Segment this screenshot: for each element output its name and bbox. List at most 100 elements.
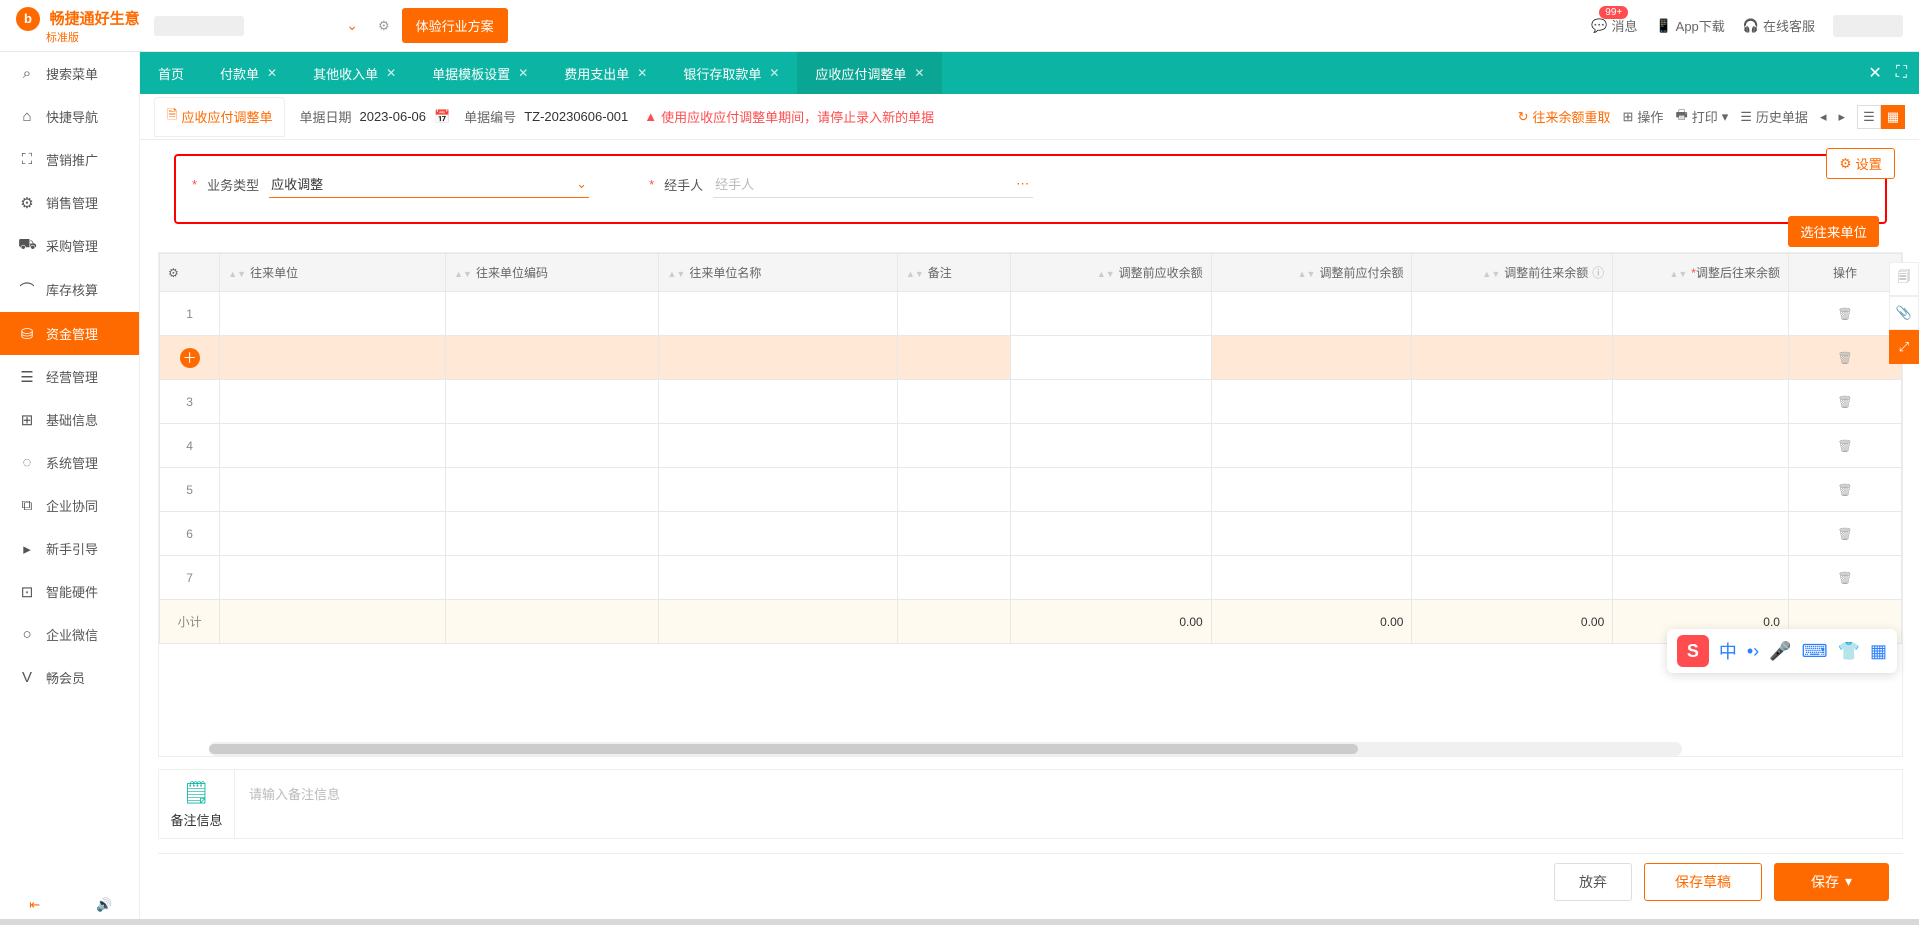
row-delete-button[interactable]: 🗑 <box>1788 380 1901 424</box>
prev-arrow-icon[interactable]: ◂ <box>1820 109 1827 125</box>
cell[interactable] <box>1010 424 1211 468</box>
cell[interactable] <box>897 556 1010 600</box>
sidebar-item-5[interactable]: ⌒库存核算 <box>0 267 139 312</box>
calendar-icon[interactable]: 📅 <box>434 109 450 125</box>
col-adj-pay[interactable]: ▲▼调整前应付余额 <box>1211 254 1412 292</box>
table-row[interactable]: 7🗑 <box>160 556 1902 600</box>
cell[interactable] <box>446 512 659 556</box>
col-adj-recv[interactable]: ▲▼调整前应收余额 <box>1010 254 1211 292</box>
remark-input[interactable]: 请输入备注信息 <box>235 770 1902 838</box>
cell[interactable] <box>446 380 659 424</box>
app-download-link[interactable]: 📱 App下载 <box>1655 16 1724 35</box>
ime-keyboard-icon[interactable]: ⌨ <box>1802 641 1828 662</box>
cell[interactable] <box>220 380 446 424</box>
table-row[interactable]: ＋🗑 <box>160 336 1902 380</box>
sidebar-item-9[interactable]: ◌系统管理 <box>0 441 139 484</box>
ime-toolbox-icon[interactable]: ▦ <box>1870 641 1887 662</box>
settings-button[interactable]: ⚙ 设置 <box>1826 148 1895 179</box>
col-adj-after[interactable]: ▲▼*调整后往来余额 <box>1613 254 1789 292</box>
handler-input[interactable]: 经手人 ⋯ <box>713 170 1033 198</box>
cell[interactable] <box>1211 292 1412 336</box>
close-icon[interactable]: ✕ <box>267 66 277 80</box>
sidebar-item-0[interactable]: ⌕搜索菜单 <box>0 52 139 95</box>
table-row[interactable]: 5🗑 <box>160 468 1902 512</box>
cell[interactable] <box>1613 380 1789 424</box>
info-icon[interactable]: ⓘ <box>1592 266 1604 280</box>
cell[interactable] <box>897 424 1010 468</box>
cell[interactable] <box>897 512 1010 556</box>
sidebar-item-14[interactable]: V畅会员 <box>0 656 139 699</box>
col-partner-code[interactable]: ▲▼往来单位编码 <box>446 254 659 292</box>
add-row-button[interactable]: ＋ <box>160 336 220 380</box>
ime-cn-label[interactable]: 中 <box>1719 638 1737 664</box>
online-service-link[interactable]: 🎧 在线客服 <box>1743 16 1815 35</box>
cell[interactable] <box>1010 512 1211 556</box>
next-arrow-icon[interactable]: ▸ <box>1838 109 1845 125</box>
cell[interactable] <box>1613 468 1789 512</box>
cell[interactable] <box>446 292 659 336</box>
rail-attach-button[interactable]: 📎 <box>1889 296 1919 330</box>
cell[interactable] <box>897 292 1010 336</box>
cell[interactable] <box>220 424 446 468</box>
cell[interactable] <box>220 292 446 336</box>
row-delete-button[interactable]: 🗑 <box>1788 512 1901 556</box>
cell[interactable] <box>220 468 446 512</box>
sidebar-item-4[interactable]: ⛟采购管理 <box>0 224 139 267</box>
cell[interactable] <box>1010 380 1211 424</box>
cell[interactable] <box>1412 424 1613 468</box>
table-row[interactable]: 1🗑 <box>160 292 1902 336</box>
print-dropdown[interactable]: 🖶 打印 ▾ <box>1675 106 1728 128</box>
cell[interactable] <box>1010 556 1211 600</box>
tab-4[interactable]: 费用支出单✕ <box>546 52 665 94</box>
row-delete-button[interactable]: 🗑 <box>1788 424 1901 468</box>
abandon-button[interactable]: 放弃 <box>1554 863 1632 901</box>
more-icon[interactable]: ⋯ <box>1016 176 1031 192</box>
cell[interactable] <box>659 556 897 600</box>
cell[interactable] <box>897 468 1010 512</box>
col-partner-name[interactable]: ▲▼往来单位名称 <box>659 254 897 292</box>
ime-mic-icon[interactable]: 🎤 <box>1769 641 1791 662</box>
view-detail-button[interactable]: ▦ <box>1881 105 1905 129</box>
view-list-button[interactable]: ☰ <box>1857 105 1881 129</box>
cell[interactable] <box>1010 336 1211 380</box>
tab-1[interactable]: 付款单✕ <box>202 52 295 94</box>
cell[interactable] <box>446 424 659 468</box>
cell[interactable] <box>220 512 446 556</box>
rail-note-button[interactable]: 🗐 <box>1889 262 1919 296</box>
gear-icon[interactable]: ⚙ <box>378 18 390 34</box>
column-settings-button[interactable]: ⚙ <box>160 254 220 292</box>
balance-reset-button[interactable]: ↻ 往来余额重取 <box>1518 107 1611 126</box>
rail-expand-button[interactable]: ⤢ <box>1889 330 1919 364</box>
cell[interactable] <box>1412 380 1613 424</box>
cell[interactable] <box>897 380 1010 424</box>
sidebar-item-8[interactable]: ⊞基础信息 <box>0 398 139 441</box>
row-delete-button[interactable]: 🗑 <box>1788 468 1901 512</box>
cell[interactable] <box>897 336 1010 380</box>
row-delete-button[interactable]: 🗑 <box>1788 336 1901 380</box>
sidebar-item-11[interactable]: ▸新手引导 <box>0 527 139 570</box>
col-partner[interactable]: ▲▼往来单位 <box>220 254 446 292</box>
cell[interactable] <box>1211 468 1412 512</box>
cell[interactable] <box>1613 424 1789 468</box>
tab-5[interactable]: 银行存取款单✕ <box>665 52 797 94</box>
cell[interactable] <box>220 556 446 600</box>
cell[interactable] <box>1211 556 1412 600</box>
col-remark[interactable]: ▲▼备注 <box>897 254 1010 292</box>
messages-button[interactable]: 99+ 💬 消息 <box>1591 16 1637 35</box>
close-icon[interactable]: ✕ <box>769 66 779 80</box>
cell[interactable] <box>1412 336 1613 380</box>
cell[interactable] <box>1211 512 1412 556</box>
cell[interactable] <box>1613 512 1789 556</box>
sidebar-item-3[interactable]: ⚙销售管理 <box>0 181 139 224</box>
cell[interactable] <box>220 336 446 380</box>
table-row[interactable]: 4🗑 <box>160 424 1902 468</box>
cell[interactable] <box>659 336 897 380</box>
sidebar-item-13[interactable]: ○企业微信 <box>0 613 139 656</box>
cell[interactable] <box>659 512 897 556</box>
table-row[interactable]: 6🗑 <box>160 512 1902 556</box>
company-select[interactable]: ⌄ <box>146 16 366 36</box>
ime-toolbar[interactable]: S 中 •› 🎤 ⌨ 👕 ▦ <box>1667 629 1897 673</box>
sidebar-item-10[interactable]: ⧉企业协同 <box>0 484 139 527</box>
history-button[interactable]: ☰ 历史单据 <box>1740 107 1808 126</box>
cell[interactable] <box>1412 512 1613 556</box>
